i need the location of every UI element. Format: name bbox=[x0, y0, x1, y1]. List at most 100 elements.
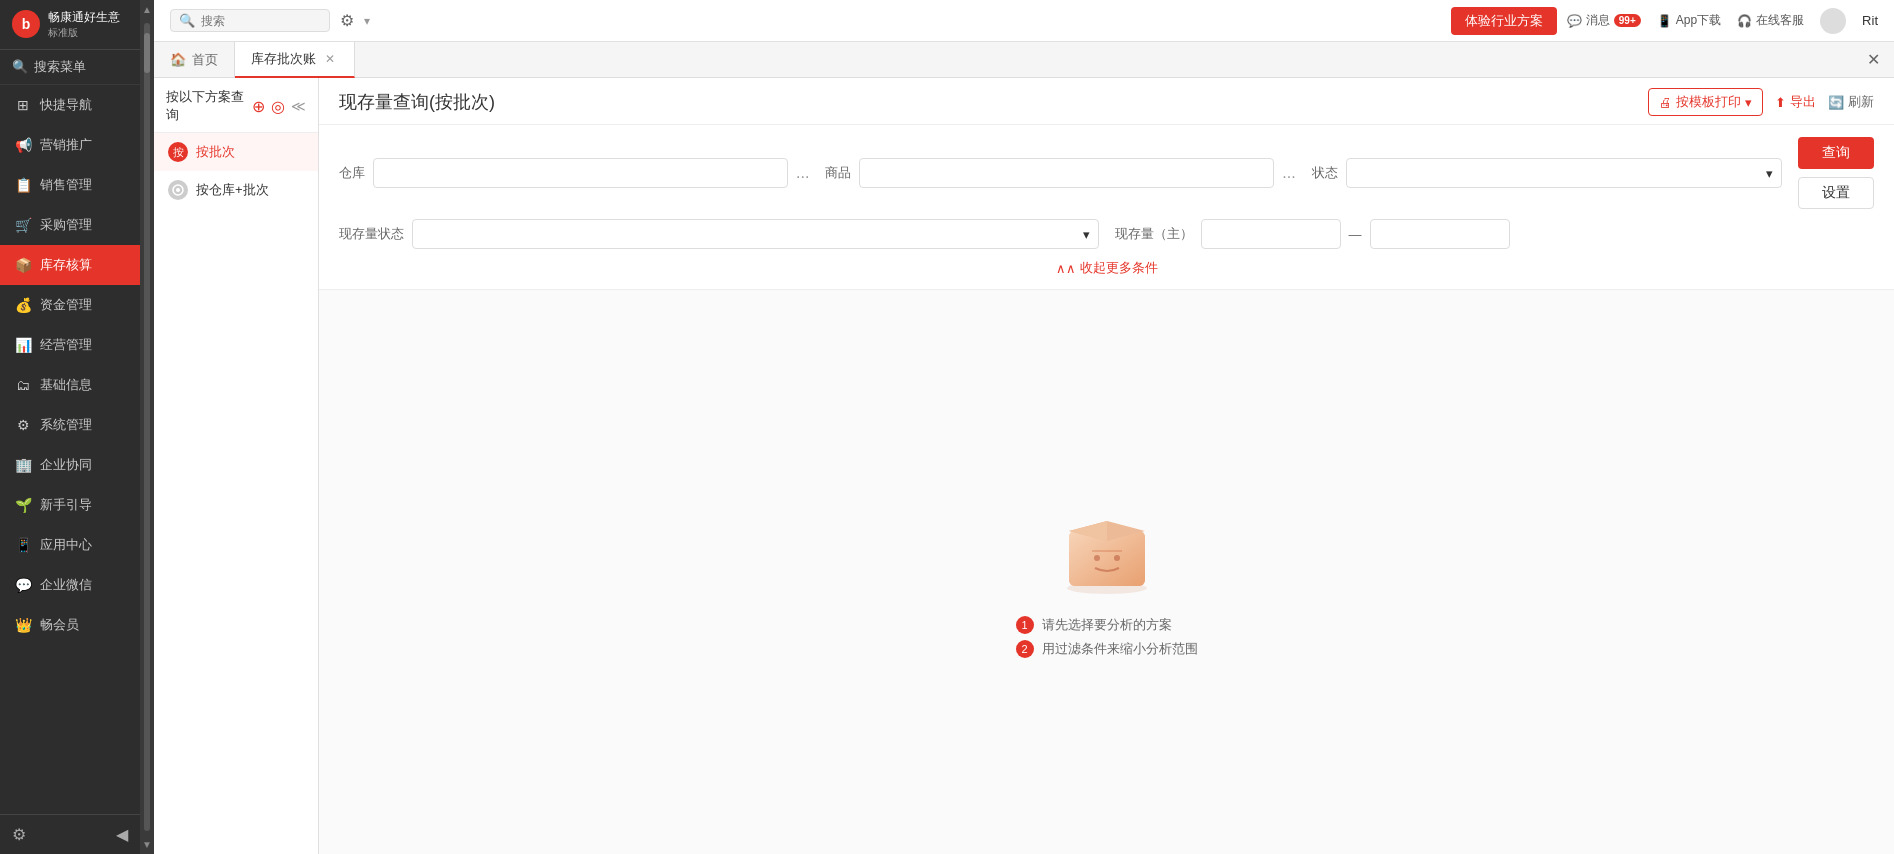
sidebar-item-label: 经营管理 bbox=[40, 336, 92, 354]
online-support-action[interactable]: 🎧 在线客服 bbox=[1737, 12, 1804, 29]
collapse-panel-icon[interactable]: ≪ bbox=[291, 98, 306, 114]
status-select[interactable]: ▾ bbox=[1346, 158, 1782, 188]
sidebar-item-apps[interactable]: 📱 应用中心 bbox=[0, 525, 140, 565]
avatar[interactable] bbox=[1820, 8, 1846, 34]
stock-qty-max-input[interactable] bbox=[1370, 219, 1510, 249]
refresh-icon: 🔄 bbox=[1828, 95, 1844, 110]
sidebar-item-label: 快捷导航 bbox=[40, 96, 92, 114]
tab-home[interactable]: 🏠 首页 bbox=[154, 42, 235, 78]
filter-row-2: 现存量状态 ▾ 现存量（主） — bbox=[339, 219, 1874, 249]
industry-btn[interactable]: 体验行业方案 bbox=[1451, 7, 1557, 35]
export-btn[interactable]: ⬆ 导出 bbox=[1775, 93, 1816, 111]
sidebar-item-label: 基础信息 bbox=[40, 376, 92, 394]
plan-icon-red: 按 bbox=[168, 142, 188, 162]
topbar-gear-icon[interactable]: ⚙ bbox=[340, 11, 354, 30]
goods-label: 商品 bbox=[825, 164, 851, 182]
collapse-more-btn[interactable]: ∧∧ 收起更多条件 bbox=[1056, 259, 1158, 277]
messages-badge: 99+ bbox=[1614, 14, 1641, 27]
goods-input[interactable] bbox=[859, 158, 1274, 188]
query-btn[interactable]: 查询 bbox=[1798, 137, 1874, 169]
stock-qty-min-input[interactable] bbox=[1201, 219, 1341, 249]
sidebar-item-sales[interactable]: 📋 销售管理 bbox=[0, 165, 140, 205]
settings-icon[interactable]: ⚙ bbox=[12, 825, 26, 844]
sidebar-item-label: 销售管理 bbox=[40, 176, 92, 194]
marketing-icon: 📢 bbox=[14, 136, 32, 154]
app-download-action[interactable]: 📱 App下载 bbox=[1657, 12, 1721, 29]
sidebar-item-inventory[interactable]: 📦 库存核算 bbox=[0, 245, 140, 285]
scroll-thumb[interactable] bbox=[144, 33, 150, 73]
scroll-down-arrow[interactable]: ▼ bbox=[140, 835, 154, 854]
sidebar-item-label: 资金管理 bbox=[40, 296, 92, 314]
content-area: 按以下方案查询 ⊕ ◎ ≪ 按 按批次 按仓库+批次 bbox=[154, 78, 1894, 854]
topbar-search-input[interactable] bbox=[201, 14, 311, 28]
topbar-actions: 💬 消息 99+ 📱 App下载 🎧 在线客服 Rit bbox=[1567, 8, 1878, 34]
warehouse-input[interactable] bbox=[373, 158, 788, 188]
main-area: 🔍 ⚙ ▾ 体验行业方案 💬 消息 99+ 📱 App下载 🎧 在线客服 Rit bbox=[154, 0, 1894, 854]
sidebar-item-label: 企业协同 bbox=[40, 456, 92, 474]
empty-svg bbox=[1047, 486, 1167, 596]
sidebar-item-purchase[interactable]: 🛒 采购管理 bbox=[0, 205, 140, 245]
settings-btn[interactable]: 设置 bbox=[1798, 177, 1874, 209]
tabs-bar: 🏠 首页 库存批次账 ✕ ✕ bbox=[154, 42, 1894, 78]
tab-inventory-batch[interactable]: 库存批次账 ✕ bbox=[235, 42, 355, 78]
user-name: Rit bbox=[1862, 13, 1878, 28]
empty-hints: 1 请先选择要分析的方案 2 用过滤条件来缩小分析范围 bbox=[1016, 616, 1198, 658]
goods-dots-btn[interactable]: ... bbox=[1282, 164, 1295, 182]
sidebar-item-guide[interactable]: 🌱 新手引导 bbox=[0, 485, 140, 525]
app-logo: b bbox=[12, 10, 40, 38]
empty-state: 1 请先选择要分析的方案 2 用过滤条件来缩小分析范围 bbox=[319, 290, 1894, 854]
stock-status-select[interactable]: ▾ bbox=[412, 219, 1099, 249]
sidebar-item-finance[interactable]: 💰 资金管理 bbox=[0, 285, 140, 325]
sidebar-item-label: 系统管理 bbox=[40, 416, 92, 434]
sidebar-item-system[interactable]: ⚙ 系统管理 bbox=[0, 405, 140, 445]
stock-status-arrow: ▾ bbox=[1083, 227, 1090, 242]
scroll-up-arrow[interactable]: ▲ bbox=[140, 0, 154, 19]
tab-panel-close-btn[interactable]: ✕ bbox=[1853, 50, 1894, 69]
sidebar-item-basics[interactable]: 🗂 基础信息 bbox=[0, 365, 140, 405]
brand-info: 畅康通好生意 标准版 bbox=[48, 10, 120, 39]
sidebar-item-operations[interactable]: 📊 经营管理 bbox=[0, 325, 140, 365]
hint-2-text: 用过滤条件来缩小分析范围 bbox=[1042, 640, 1198, 658]
tab-inventory-batch-label: 库存批次账 bbox=[251, 50, 316, 68]
sidebar-item-label: 库存核算 bbox=[40, 256, 92, 274]
guide-icon: 🌱 bbox=[14, 496, 32, 514]
brand-name: 畅康通好生意 bbox=[48, 10, 120, 26]
add-plan-icon[interactable]: ⊕ bbox=[252, 97, 265, 116]
search-label: 搜索菜单 bbox=[34, 58, 86, 76]
sidebar-item-wechat[interactable]: 💬 企业微信 bbox=[0, 565, 140, 605]
sidebar-item-label: 畅会员 bbox=[40, 616, 79, 634]
sidebar-search[interactable]: 🔍 搜索菜单 bbox=[0, 50, 140, 85]
warehouse-dots-btn[interactable]: ... bbox=[796, 164, 809, 182]
apps-icon: 📱 bbox=[14, 536, 32, 554]
sidebar-item-enterprise[interactable]: 🏢 企业协同 bbox=[0, 445, 140, 485]
quick-nav-icon: ⊞ bbox=[14, 96, 32, 114]
right-panel: 现存量查询(按批次) 🖨 按模板打印 ▾ ⬆ 导出 🔄 刷新 bbox=[319, 78, 1894, 854]
tab-close-btn[interactable]: ✕ bbox=[322, 51, 338, 67]
home-icon: 🏠 bbox=[170, 52, 186, 67]
topbar-search-box[interactable]: 🔍 bbox=[170, 9, 330, 32]
status-label: 状态 bbox=[1312, 164, 1338, 182]
headset-icon: 🎧 bbox=[1737, 14, 1752, 28]
inventory-icon: 📦 bbox=[14, 256, 32, 274]
empty-illustration bbox=[1047, 486, 1167, 596]
plan-settings-icon[interactable]: ◎ bbox=[271, 97, 285, 116]
sidebar-item-marketing[interactable]: 📢 营销推广 bbox=[0, 125, 140, 165]
messages-action[interactable]: 💬 消息 99+ bbox=[1567, 12, 1641, 29]
phone-icon: 📱 bbox=[1657, 14, 1672, 28]
left-panel-title: 按以下方案查询 bbox=[166, 88, 252, 124]
sidebar-item-label: 营销推广 bbox=[40, 136, 92, 154]
sidebar-item-member[interactable]: 👑 畅会员 bbox=[0, 605, 140, 645]
left-panel-header: 按以下方案查询 ⊕ ◎ ≪ bbox=[154, 78, 318, 133]
filter-status: 状态 ▾ bbox=[1312, 158, 1782, 188]
refresh-btn[interactable]: 🔄 刷新 bbox=[1828, 93, 1874, 111]
topbar: 🔍 ⚙ ▾ 体验行业方案 💬 消息 99+ 📱 App下载 🎧 在线客服 Rit bbox=[154, 0, 1894, 42]
sidebar-nav: ⊞ 快捷导航 📢 营销推广 📋 销售管理 🛒 采购管理 📦 库存核算 💰 资金管… bbox=[0, 85, 140, 814]
topbar-chevron-icon[interactable]: ▾ bbox=[364, 14, 370, 28]
plan-item-by-warehouse-batch[interactable]: 按仓库+批次 bbox=[154, 171, 318, 209]
sidebar-item-quick-nav[interactable]: ⊞ 快捷导航 bbox=[0, 85, 140, 125]
collapse-sidebar-icon[interactable]: ◀ bbox=[116, 825, 128, 844]
plan-item-by-batch[interactable]: 按 按批次 bbox=[154, 133, 318, 171]
print-btn[interactable]: 🖨 按模板打印 ▾ bbox=[1648, 88, 1763, 116]
export-label: 导出 bbox=[1790, 93, 1816, 111]
messages-label: 消息 bbox=[1586, 12, 1610, 29]
